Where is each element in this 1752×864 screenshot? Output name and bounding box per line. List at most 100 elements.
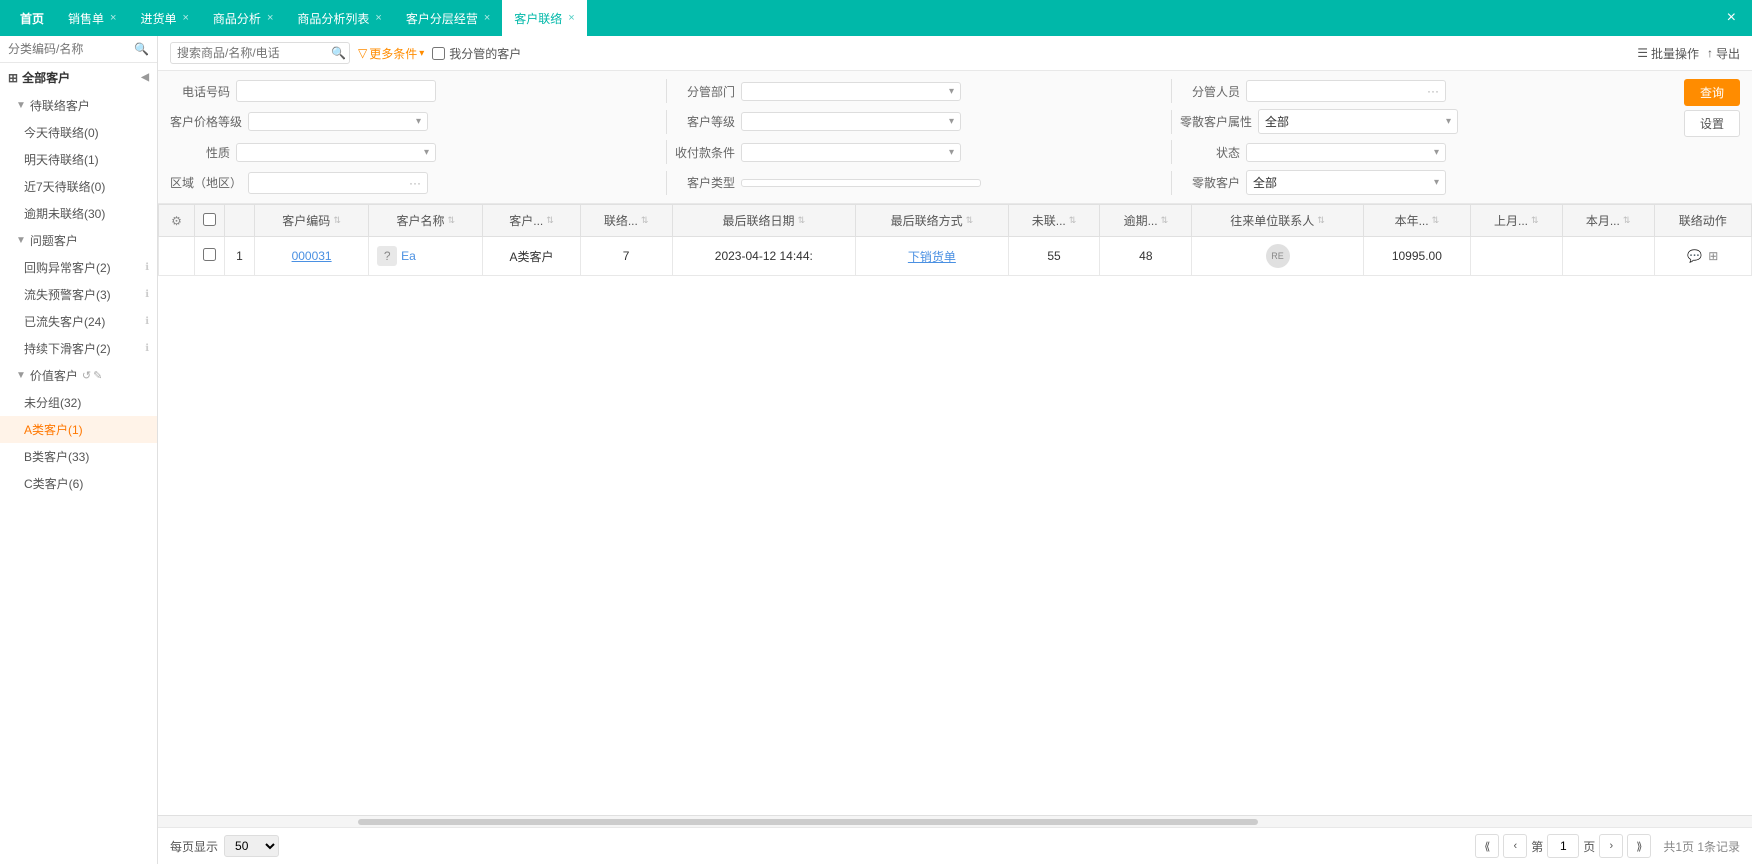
filter-select-customer-type[interactable]: [741, 179, 981, 187]
chat-icon[interactable]: 💬: [1687, 249, 1702, 263]
sidebar-item-ungroup[interactable]: 未分组(32): [0, 389, 157, 416]
sort-overdue-icon[interactable]: ⇅: [1161, 215, 1169, 226]
last-page-button[interactable]: ⟫: [1627, 834, 1651, 858]
batch-operation-button[interactable]: ☰ 批量操作: [1637, 45, 1699, 62]
sort-past-contacts-icon[interactable]: ⇅: [1317, 215, 1325, 226]
nav-goods-analysis[interactable]: 商品分析 ×: [201, 0, 285, 36]
filter-select-dept[interactable]: ▾: [741, 82, 961, 101]
sidebar-search-input[interactable]: [8, 42, 134, 56]
refresh-icon[interactable]: ↺: [82, 369, 91, 382]
sidebar-item-7days-pending[interactable]: 近7天待联络(0): [0, 173, 157, 200]
filter-select-retail[interactable]: 全部 ▾: [1246, 170, 1446, 195]
close-customer-contact-icon[interactable]: ×: [568, 12, 574, 24]
sidebar-collapse-icon[interactable]: ◀: [141, 72, 149, 83]
filter-select-payment[interactable]: ▾: [741, 143, 961, 162]
divider-7: [666, 171, 667, 195]
close-goods-list-icon[interactable]: ×: [375, 12, 381, 24]
my-customers-checkbox[interactable]: [432, 47, 445, 60]
sort-last-month-icon[interactable]: ⇅: [1531, 215, 1539, 226]
filter-bar: 🔍 ▽ 更多条件 ▾ 我分管的客户 ☰ 批量操作 ↑ 导出: [158, 36, 1752, 71]
page-number-input[interactable]: [1547, 834, 1579, 858]
filter-input-phone[interactable]: [236, 80, 436, 102]
my-customers-filter[interactable]: 我分管的客户: [432, 45, 521, 62]
sidebar-item-churned[interactable]: 已流失客户(24) ℹ: [0, 308, 157, 335]
edit-group-icon[interactable]: ✎: [93, 369, 102, 382]
close-sales-icon[interactable]: ×: [110, 12, 116, 24]
sidebar-item-today-pending[interactable]: 今天待联络(0): [0, 119, 157, 146]
filter-select-price-level[interactable]: ▾: [248, 112, 428, 131]
first-page-button[interactable]: ⟪: [1475, 834, 1499, 858]
sidebar-item-tomorrow-pending[interactable]: 明天待联络(1): [0, 146, 157, 173]
next-page-button[interactable]: ›: [1599, 834, 1623, 858]
nav-goods-list[interactable]: 商品分析列表 ×: [285, 0, 393, 36]
sidebar-item-class-b[interactable]: B类客户(33): [0, 443, 157, 470]
sort-no-contact-icon[interactable]: ⇅: [1069, 215, 1077, 226]
export-button[interactable]: ↑ 导出: [1707, 45, 1740, 62]
sidebar-group-problem[interactable]: ▼ 问题客户: [0, 227, 157, 254]
filter-search-icon[interactable]: 🔍: [331, 46, 346, 60]
nav-home[interactable]: 首页: [8, 0, 56, 36]
sidebar-group-value[interactable]: ▼ 价值客户 ↺ ✎: [0, 362, 157, 389]
filter-select-retail-attr[interactable]: 全部 ▾: [1258, 109, 1458, 134]
close-purchase-icon[interactable]: ×: [182, 12, 188, 24]
row-category-cell: A类客户: [483, 237, 580, 276]
sidebar-item-class-c[interactable]: C类客户(6): [0, 470, 157, 497]
sidebar-item-repurchase-abnormal[interactable]: 回购异常客户(2) ℹ: [0, 254, 157, 281]
page-size-select[interactable]: 50 100: [224, 835, 279, 857]
retail-dropdown-icon: ▾: [1434, 177, 1439, 188]
filter-select-region[interactable]: ···: [248, 172, 428, 194]
person-ellipsis-icon[interactable]: ···: [1427, 84, 1439, 98]
customer-name[interactable]: Ea: [401, 249, 416, 263]
col-overdue: 逾期... ⇅: [1100, 205, 1192, 237]
sidebar-item-churn-warning[interactable]: 流失预警客户(3) ℹ: [0, 281, 157, 308]
sidebar-group-value-label: 价值客户: [30, 367, 78, 384]
qr-icon[interactable]: ⊞: [1708, 249, 1718, 263]
divider-1: [666, 79, 667, 103]
sort-this-month-icon[interactable]: ⇅: [1623, 215, 1631, 226]
sidebar-group-problem-label: 问题客户: [30, 232, 78, 249]
nav-customer-contact[interactable]: 客户联络 ×: [502, 0, 586, 36]
sort-this-year-icon[interactable]: ⇅: [1432, 215, 1440, 226]
sort-name-icon[interactable]: ⇅: [447, 215, 455, 226]
sort-method-icon[interactable]: ⇅: [966, 215, 974, 226]
sidebar-item-overdue-pending[interactable]: 逾期未联络(30): [0, 200, 157, 227]
filter-label-nature: 性质: [170, 144, 230, 161]
select-all-checkbox[interactable]: [203, 213, 216, 226]
sidebar-search-icon[interactable]: 🔍: [134, 42, 149, 56]
nav-purchase[interactable]: 进货单 ×: [128, 0, 200, 36]
scrollbar-thumb[interactable]: [358, 819, 1258, 825]
filter-select-customer-level[interactable]: ▾: [741, 112, 961, 131]
nav-sales[interactable]: 销售单 ×: [56, 0, 128, 36]
sidebar-item-declining[interactable]: 持续下滑客户(2) ℹ: [0, 335, 157, 362]
horizontal-scrollbar[interactable]: [158, 815, 1752, 827]
row-checkbox[interactable]: [203, 248, 216, 261]
filter-select-nature[interactable]: ▾: [236, 143, 436, 162]
column-settings-icon[interactable]: ⚙: [171, 214, 182, 228]
sort-date-icon[interactable]: ⇅: [798, 215, 806, 226]
row-checkbox-cell: [195, 237, 225, 276]
sidebar-item-class-a[interactable]: A类客户(1): [0, 416, 157, 443]
filter-search-input[interactable]: [177, 46, 327, 60]
sidebar-all-customers[interactable]: ⊞ 全部客户 ◀: [0, 63, 157, 92]
contact-method-link[interactable]: 下销货单: [908, 250, 956, 264]
sidebar-group-pending[interactable]: ▼ 待联络客户: [0, 92, 157, 119]
setting-button[interactable]: 设置: [1684, 110, 1740, 137]
filter-row-4: 区域（地区） ··· 客户类型: [170, 170, 1668, 195]
prev-page-button[interactable]: ‹: [1503, 834, 1527, 858]
sort-category-icon[interactable]: ⇅: [546, 215, 554, 226]
filter-select-person[interactable]: ···: [1246, 80, 1446, 102]
filter-more-conditions[interactable]: ▽ 更多条件 ▾: [358, 45, 424, 62]
close-customer-segment-icon[interactable]: ×: [484, 12, 490, 24]
col-seq: [225, 205, 255, 237]
sort-code-icon[interactable]: ⇅: [333, 215, 341, 226]
nav-customer-segment[interactable]: 客户分层经营 ×: [394, 0, 502, 36]
close-goods-analysis-icon[interactable]: ×: [267, 12, 273, 24]
sort-contact-icon[interactable]: ⇅: [641, 215, 649, 226]
col-this-year: 本年... ⇅: [1363, 205, 1470, 237]
filter-select-status[interactable]: ▾: [1246, 143, 1446, 162]
query-button[interactable]: 查询: [1684, 79, 1740, 106]
customer-code-link[interactable]: 000031: [292, 249, 332, 263]
region-ellipsis-icon[interactable]: ···: [409, 176, 421, 190]
close-all-button[interactable]: ×: [1719, 9, 1744, 27]
row-contact-cell: 7: [580, 237, 672, 276]
